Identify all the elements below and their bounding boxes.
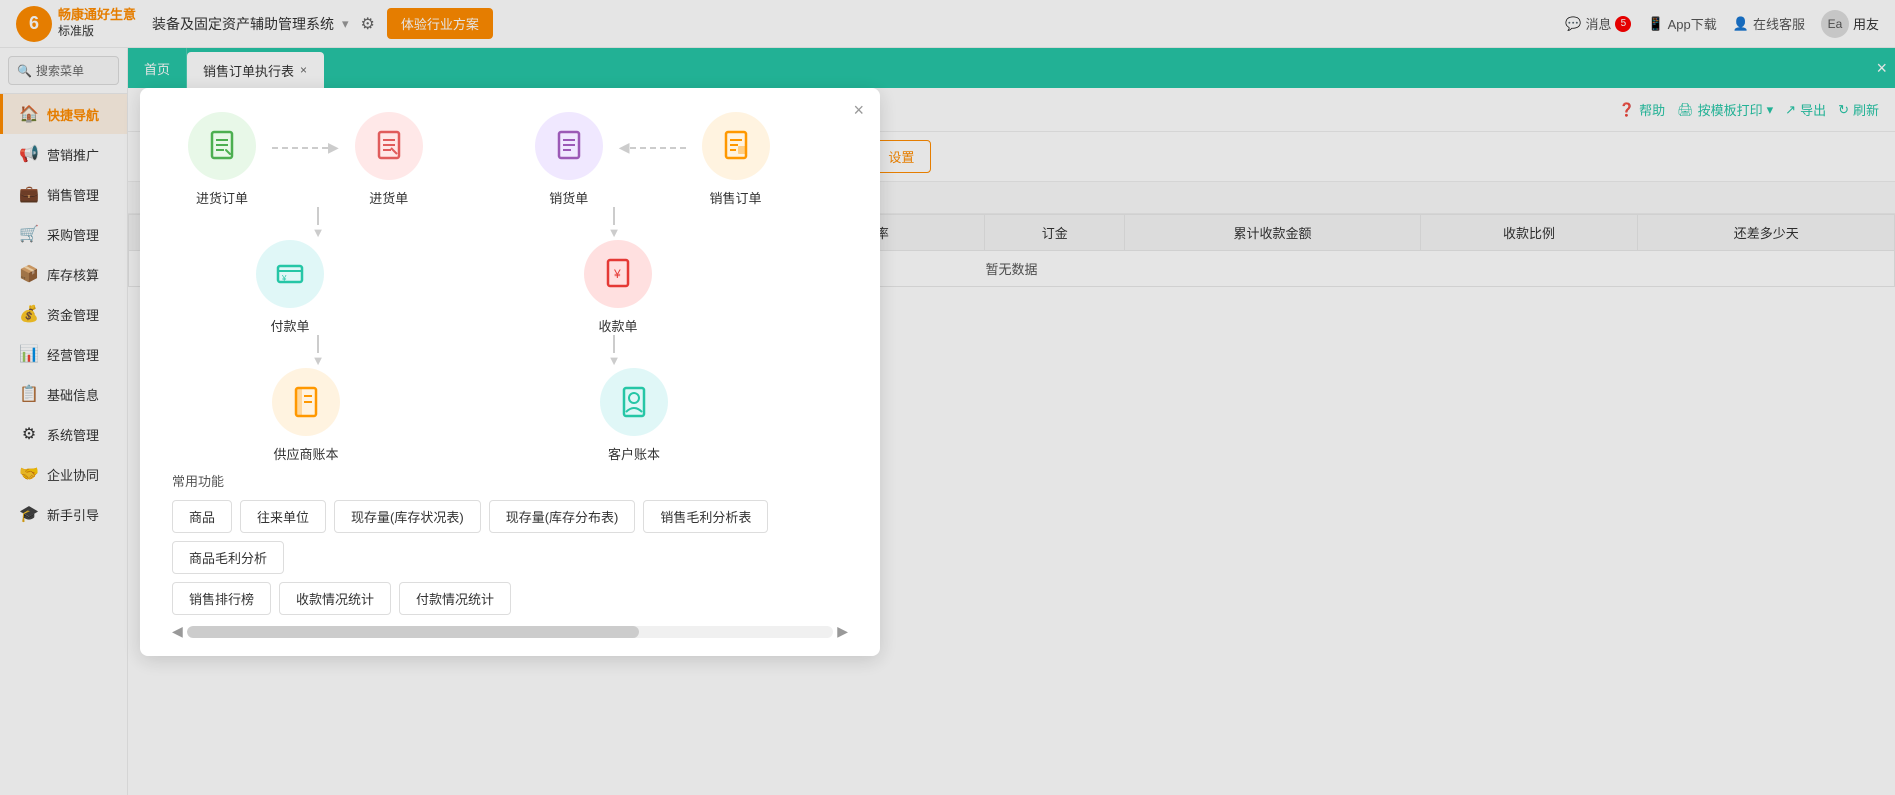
- popup-close-icon[interactable]: ×: [853, 100, 864, 121]
- flow-node-sales-order[interactable]: 销售订单: [702, 112, 770, 207]
- svg-text:¥: ¥: [613, 267, 621, 281]
- func-btn-sales-rank[interactable]: 销售排行榜: [172, 582, 271, 615]
- arrow-h-1: ▶: [272, 139, 339, 156]
- svg-text:¥: ¥: [281, 274, 287, 283]
- scroll-area: ◀ ▶: [172, 623, 848, 640]
- arrow-down-payment: ▼: [284, 335, 352, 368]
- func-btns-row1: 商品 往来单位 现存量(库存状况表) 现存量(库存分布表) 销售毛利分析表 商品…: [172, 500, 848, 574]
- scroll-right-icon[interactable]: ▶: [837, 623, 848, 640]
- sales-icon: [535, 112, 603, 180]
- payment-icon: ¥: [256, 240, 324, 308]
- purchase-order-label: 进货订单: [196, 188, 248, 207]
- flow-row-3: ¥ 付款单 ¥ 收款单: [172, 240, 848, 335]
- flow-row-5: 供应商账本 客户账本: [172, 368, 848, 463]
- func-btn-receipt-stats[interactable]: 收款情况统计: [279, 582, 391, 615]
- popup-overlay[interactable]: × 进货订单 ▶: [0, 0, 1895, 795]
- flow-node-supplier-ledger[interactable]: 供应商账本: [272, 368, 340, 463]
- flow-node-purchase[interactable]: 进货单: [355, 112, 423, 207]
- receipt-icon: ¥: [584, 240, 652, 308]
- flow-arrows-down: ▼ ▼: [172, 207, 848, 240]
- arrow-h-2: ◀: [619, 139, 686, 156]
- receipt-label: 收款单: [598, 316, 637, 335]
- sales-label: 销货单: [549, 188, 588, 207]
- func-btn-stock-status[interactable]: 现存量(库存状况表): [334, 500, 481, 533]
- func-btn-counterpart[interactable]: 往来单位: [240, 500, 326, 533]
- customer-ledger-label: 客户账本: [608, 444, 660, 463]
- sales-order-label: 销售订单: [710, 188, 762, 207]
- func-btn-stock-dist[interactable]: 现存量(库存分布表): [489, 500, 636, 533]
- sales-order-icon: [702, 112, 770, 180]
- func-btn-product-profit[interactable]: 商品毛利分析: [172, 541, 284, 574]
- customer-ledger-icon: [600, 368, 668, 436]
- arrow-down-sales: ▼: [580, 207, 648, 240]
- flow-arrows-down-2: ▼ ▼: [172, 335, 848, 368]
- common-funcs-title: 常用功能: [172, 471, 848, 490]
- func-btn-sales-profit[interactable]: 销售毛利分析表: [643, 500, 768, 533]
- scroll-bar-thumb: [187, 626, 640, 638]
- purchase-label: 进货单: [369, 188, 408, 207]
- flow-row-1: 进货订单 ▶ 进货单: [172, 112, 848, 207]
- quick-nav-popup: × 进货订单 ▶: [140, 88, 880, 656]
- common-funcs: 常用功能 商品 往来单位 现存量(库存状况表) 现存量(库存分布表) 销售毛利分…: [172, 471, 848, 615]
- func-btns-row2: 销售排行榜 收款情况统计 付款情况统计: [172, 582, 848, 615]
- supplier-ledger-label: 供应商账本: [273, 444, 338, 463]
- supplier-ledger-icon: [272, 368, 340, 436]
- arrow-down-receipt: ▼: [580, 335, 648, 368]
- scroll-left-icon[interactable]: ◀: [172, 623, 183, 640]
- arrow-down-purchase: ▼: [284, 207, 352, 240]
- flow-node-customer-ledger[interactable]: 客户账本: [600, 368, 668, 463]
- purchase-order-icon: [188, 112, 256, 180]
- flow-node-purchase-order[interactable]: 进货订单: [188, 112, 256, 207]
- func-btn-product[interactable]: 商品: [172, 500, 232, 533]
- flow-node-payment[interactable]: ¥ 付款单: [256, 240, 324, 335]
- func-btn-payment-stats[interactable]: 付款情况统计: [399, 582, 511, 615]
- purchase-icon: [355, 112, 423, 180]
- payment-label: 付款单: [270, 316, 309, 335]
- scroll-bar[interactable]: [187, 626, 833, 638]
- flow-node-sales[interactable]: 销货单: [535, 112, 603, 207]
- flow-node-receipt[interactable]: ¥ 收款单: [584, 240, 652, 335]
- flow-diagram: 进货订单 ▶ 进货单: [172, 112, 848, 463]
